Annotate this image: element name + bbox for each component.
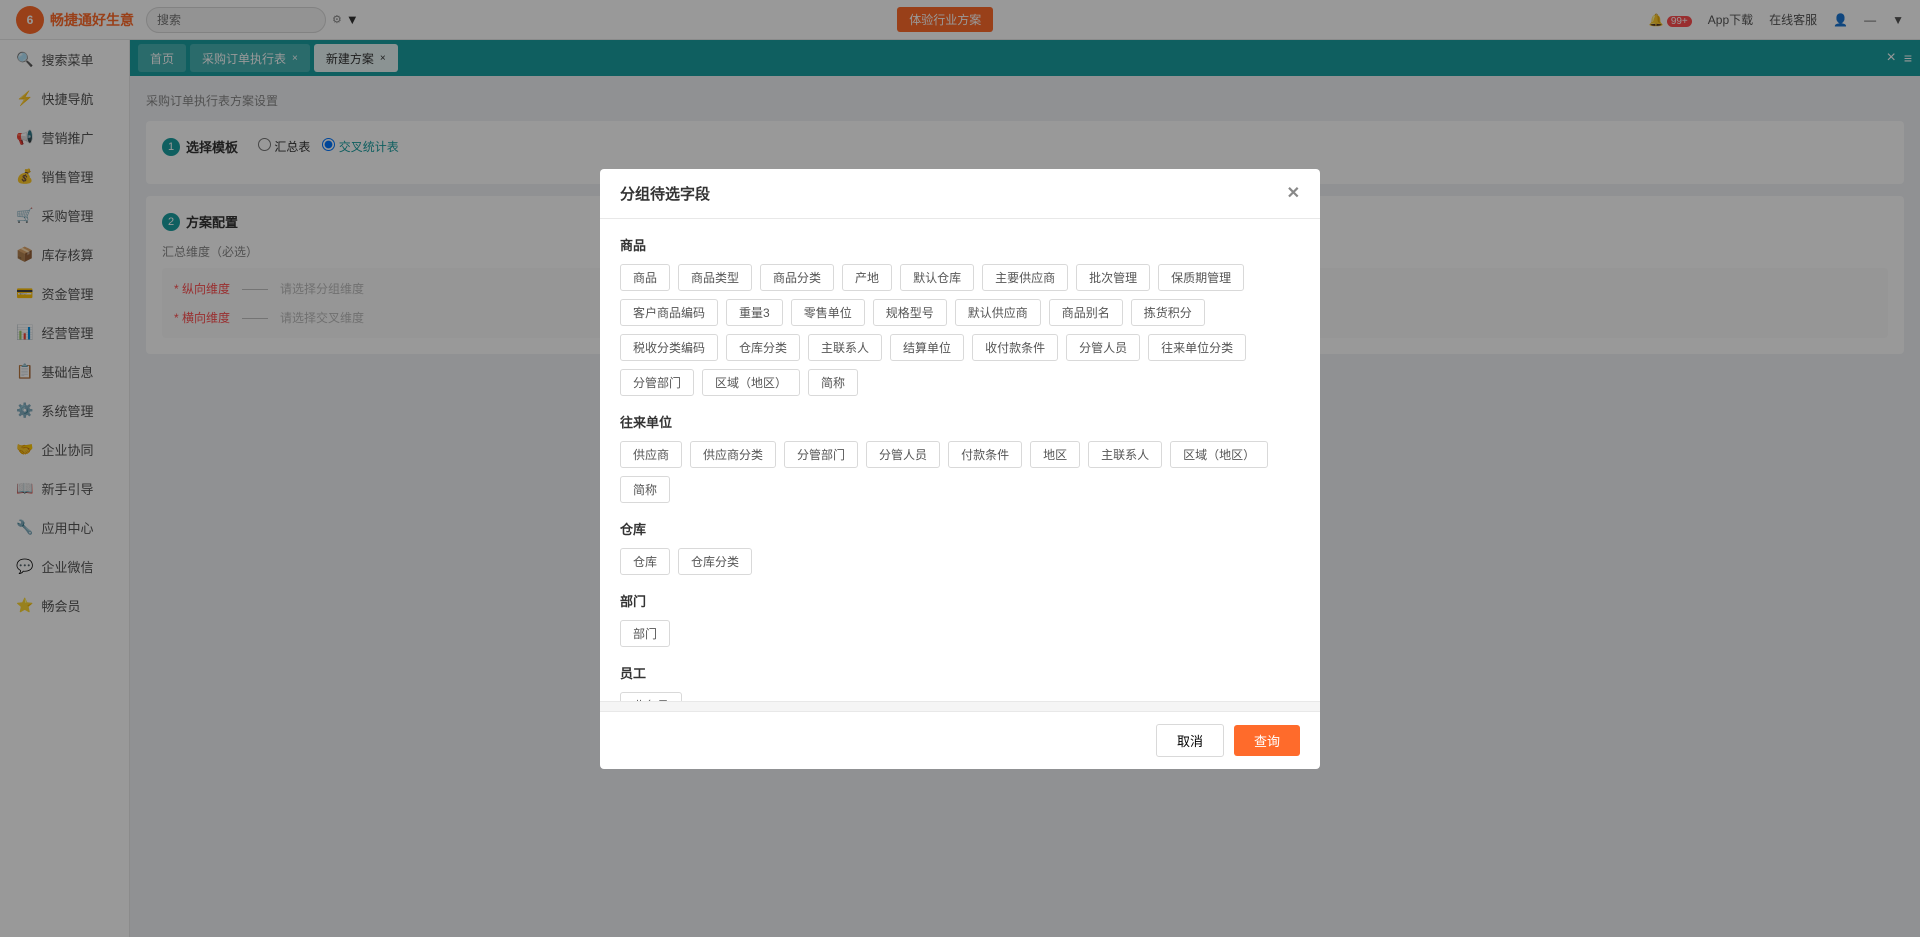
field-tag-3-0[interactable]: 部门 bbox=[620, 620, 670, 647]
modal-header: 分组待选字段 ✕ bbox=[600, 169, 1320, 219]
modal-body[interactable]: 商品商品商品类型商品分类产地默认仓库主要供应商批次管理保质期管理客户商品编码重量… bbox=[600, 219, 1320, 702]
field-tag-0-14[interactable]: 拣货积分 bbox=[1131, 299, 1205, 326]
field-tag-1-1[interactable]: 供应商分类 bbox=[690, 441, 776, 468]
field-tag-1-5[interactable]: 地区 bbox=[1030, 441, 1080, 468]
field-tags-1: 供应商供应商分类分管部门分管人员付款条件地区主联系人区域（地区） 简称 bbox=[620, 441, 1300, 503]
field-tag-1-3[interactable]: 分管人员 bbox=[866, 441, 940, 468]
field-section-1: 往来单位供应商供应商分类分管部门分管人员付款条件地区主联系人区域（地区） 简称 bbox=[620, 412, 1300, 503]
field-tag-0-5[interactable]: 主要供应商 bbox=[982, 264, 1068, 291]
field-tag-0-20[interactable]: 分管人员 bbox=[1066, 334, 1140, 361]
field-tag-1-6[interactable]: 主联系人 bbox=[1088, 441, 1162, 468]
field-tag-0-18[interactable]: 结算单位 bbox=[890, 334, 964, 361]
modal-title: 分组待选字段 bbox=[620, 183, 710, 204]
field-tag-0-13[interactable]: 商品别名 bbox=[1049, 299, 1123, 326]
field-tag-1-0[interactable]: 供应商 bbox=[620, 441, 682, 468]
field-tag-0-17[interactable]: 主联系人 bbox=[808, 334, 882, 361]
field-tag-0-1[interactable]: 商品类型 bbox=[678, 264, 752, 291]
field-tag-1-4[interactable]: 付款条件 bbox=[948, 441, 1022, 468]
field-tag-1-7[interactable]: 区域（地区） bbox=[1170, 441, 1268, 468]
field-section-3: 部门部门 bbox=[620, 591, 1300, 647]
field-tag-2-1[interactable]: 仓库分类 bbox=[678, 548, 752, 575]
section-title-0: 商品 bbox=[620, 235, 1300, 254]
section-title-4: 员工 bbox=[620, 663, 1300, 682]
confirm-button[interactable]: 查询 bbox=[1234, 725, 1300, 756]
field-tags-4: 业务员 bbox=[620, 692, 1300, 702]
section-title-1: 往来单位 bbox=[620, 412, 1300, 431]
field-tag-4-0[interactable]: 业务员 bbox=[620, 692, 682, 702]
field-tag-0-0[interactable]: 商品 bbox=[620, 264, 670, 291]
section-title-2: 仓库 bbox=[620, 519, 1300, 538]
field-tag-0-4[interactable]: 默认仓库 bbox=[900, 264, 974, 291]
field-tags-3: 部门 bbox=[620, 620, 1300, 647]
field-tag-0-12[interactable]: 默认供应商 bbox=[955, 299, 1041, 326]
field-section-0: 商品商品商品类型商品分类产地默认仓库主要供应商批次管理保质期管理客户商品编码重量… bbox=[620, 235, 1300, 396]
field-tag-0-21[interactable]: 往来单位分类 bbox=[1148, 334, 1246, 361]
field-tag-2-0[interactable]: 仓库 bbox=[620, 548, 670, 575]
field-tags-0: 商品商品类型商品分类产地默认仓库主要供应商批次管理保质期管理客户商品编码重量3 零… bbox=[620, 264, 1300, 396]
field-tag-0-10[interactable]: 零售单位 bbox=[791, 299, 865, 326]
field-tag-0-11[interactable]: 规格型号 bbox=[873, 299, 947, 326]
field-tag-0-9[interactable]: 重量3 bbox=[726, 299, 783, 326]
field-tag-0-22[interactable]: 分管部门 bbox=[620, 369, 694, 396]
modal-close-button[interactable]: ✕ bbox=[1287, 183, 1300, 203]
field-tag-0-6[interactable]: 批次管理 bbox=[1076, 264, 1150, 291]
field-tag-0-19[interactable]: 收付款条件 bbox=[972, 334, 1058, 361]
field-tag-0-7[interactable]: 保质期管理 bbox=[1158, 264, 1244, 291]
modal-horizontal-scrollbar[interactable] bbox=[600, 701, 1320, 710]
field-tag-0-24[interactable]: 简称 bbox=[808, 369, 858, 396]
field-tag-0-2[interactable]: 商品分类 bbox=[760, 264, 834, 291]
modal-overlay: 分组待选字段 ✕ 商品商品商品类型商品分类产地默认仓库主要供应商批次管理保质期管… bbox=[0, 0, 1920, 937]
field-tag-1-8[interactable]: 简称 bbox=[620, 476, 670, 503]
section-title-3: 部门 bbox=[620, 591, 1300, 610]
modal-footer: 取消 查询 bbox=[600, 711, 1320, 769]
field-tag-0-15[interactable]: 税收分类编码 bbox=[620, 334, 718, 361]
field-tag-1-2[interactable]: 分管部门 bbox=[784, 441, 858, 468]
field-tag-0-3[interactable]: 产地 bbox=[842, 264, 892, 291]
field-tag-0-23[interactable]: 区域（地区） bbox=[702, 369, 800, 396]
modal-dialog: 分组待选字段 ✕ 商品商品商品类型商品分类产地默认仓库主要供应商批次管理保质期管… bbox=[600, 169, 1320, 769]
field-section-2: 仓库仓库仓库分类 bbox=[620, 519, 1300, 575]
field-tag-0-16[interactable]: 仓库分类 bbox=[726, 334, 800, 361]
cancel-button[interactable]: 取消 bbox=[1156, 724, 1224, 757]
field-tags-2: 仓库仓库分类 bbox=[620, 548, 1300, 575]
field-section-4: 员工业务员 bbox=[620, 663, 1300, 702]
field-tag-0-8[interactable]: 客户商品编码 bbox=[620, 299, 718, 326]
